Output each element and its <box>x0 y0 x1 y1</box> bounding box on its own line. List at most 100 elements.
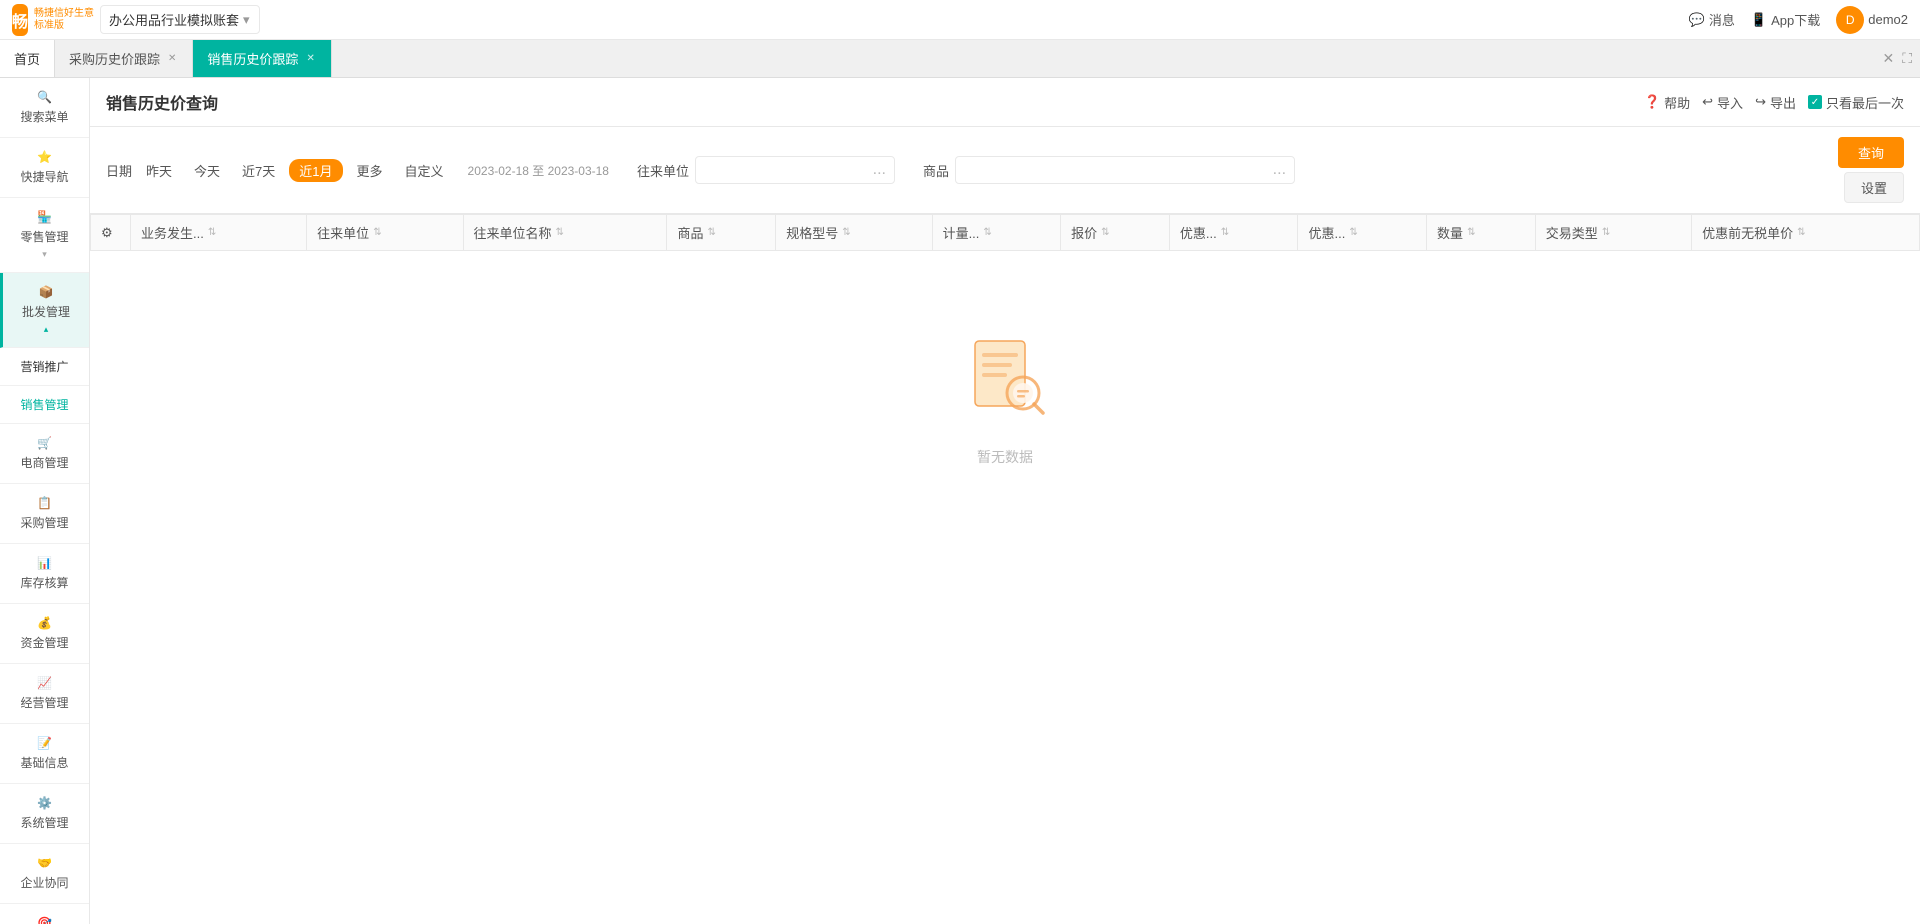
content-area: 销售历史价查询 ❓ 帮助 ↩ 导入 ↪ 导出 ✓ 只看最后一次 <box>90 78 1920 924</box>
avatar: D <box>1836 6 1864 34</box>
logo-icon: 畅 <box>12 4 28 36</box>
sidebar-item-basic-info[interactable]: 📝 基础信息 <box>0 724 89 784</box>
page-header-actions: ❓ 帮助 ↩ 导入 ↪ 导出 ✓ 只看最后一次 <box>1644 93 1904 112</box>
main-layout: 🔍 搜索菜单 ⭐ 快捷导航 🏪 零售管理 ▾ 📦 批发管理 ▴ 营销推广 销售管… <box>0 78 1920 924</box>
table-col-discount1[interactable]: 优惠... ⇅ <box>1169 215 1298 251</box>
date-custom-btn[interactable]: 自定义 <box>397 159 452 182</box>
help-icon: ❓ <box>1644 94 1660 110</box>
table-col-pre-tax-price[interactable]: 优惠前无税单价 ⇅ <box>1692 215 1920 251</box>
tabbar-actions: ✕ ⛶ <box>1874 40 1920 77</box>
date-range-text: 2023-02-18 至 2023-03-18 <box>468 162 609 179</box>
date-today-btn[interactable]: 今天 <box>186 159 228 182</box>
sort-icon: ⇅ <box>1797 227 1805 238</box>
sidebar-item-quick-nav[interactable]: ⭐ 快捷导航 <box>0 138 89 198</box>
import-button[interactable]: ↩ 导入 <box>1702 93 1743 112</box>
topbar-right: 💬 消息 📱 App下载 D demo2 <box>1689 6 1908 34</box>
sidebar-item-beginner-guide[interactable]: 🎯 新手引导 <box>0 904 89 924</box>
export-button[interactable]: ↪ 导出 <box>1755 93 1796 112</box>
table-col-spec[interactable]: 规格型号 ⇅ <box>776 215 932 251</box>
sidebar-item-purchase-mgmt[interactable]: 📋 采购管理 <box>0 484 89 544</box>
help-button[interactable]: ❓ 帮助 <box>1644 93 1690 112</box>
date-filter-group: 日期 昨天 今天 近7天 近1月 更多 自定义 <box>106 159 452 182</box>
import-icon: ↩ <box>1702 94 1713 110</box>
sidebar-item-ecommerce-mgmt[interactable]: 🛒 电商管理 <box>0 424 89 484</box>
app-download-button[interactable]: 📱 App下载 <box>1751 10 1820 29</box>
topbar: 畅 畅捷信好生意 标准版 办公用品行业模拟账套 ▾ 💬 消息 📱 App下载 D… <box>0 0 1920 40</box>
download-icon: 📱 <box>1751 12 1767 28</box>
money-icon: 💰 <box>37 616 52 630</box>
sidebar-item-inventory[interactable]: 📊 库存核算 <box>0 544 89 604</box>
sidebar-item-system-mgmt[interactable]: ⚙️ 系统管理 <box>0 784 89 844</box>
table-col-discount2[interactable]: 优惠... ⇅ <box>1298 215 1427 251</box>
settings-button[interactable]: 设置 <box>1844 172 1904 203</box>
clipboard-icon: 📋 <box>37 496 52 510</box>
app-logo: 畅 畅捷信好生意 标准版 <box>12 4 92 36</box>
message-button[interactable]: 💬 消息 <box>1689 10 1735 29</box>
tab-home[interactable]: 首页 <box>0 40 55 77</box>
date-more-btn[interactable]: 更多 <box>349 159 391 182</box>
date-7days-btn[interactable]: 近7天 <box>234 159 283 182</box>
gear-icon: ⚙️ <box>37 796 52 810</box>
table-col-gear[interactable]: ⚙ <box>91 215 131 251</box>
query-button[interactable]: 查询 <box>1838 137 1904 168</box>
tab-close-sales[interactable]: ✕ <box>304 51 316 66</box>
table-col-quote[interactable]: 报价 ⇅ <box>1061 215 1170 251</box>
partner-filter-group: 往来单位 ... <box>637 156 895 184</box>
table-col-partner-code[interactable]: 往来单位 ⇅ <box>307 215 463 251</box>
empty-state: 暂无数据 <box>90 251 1920 547</box>
table-col-product[interactable]: 商品 ⇅ <box>667 215 776 251</box>
date-yesterday-btn[interactable]: 昨天 <box>138 159 180 182</box>
sort-icon: ⇅ <box>983 227 991 238</box>
export-icon: ↪ <box>1755 94 1766 110</box>
shop-icon: 🏪 <box>37 210 52 224</box>
sidebar-item-wholesale-mgmt[interactable]: 📦 批发管理 ▴ <box>0 273 89 348</box>
table-col-trade-type[interactable]: 交易类型 ⇅ <box>1535 215 1691 251</box>
product-input[interactable]: ... <box>955 156 1295 184</box>
sidebar-item-retail-mgmt[interactable]: 🏪 零售管理 ▾ <box>0 198 89 273</box>
message-icon: 💬 <box>1689 12 1705 28</box>
sidebar-item-enterprise-agreement[interactable]: 🤝 企业协同 <box>0 844 89 904</box>
table-col-biz-date[interactable]: 业务发生... ⇅ <box>131 215 307 251</box>
sort-icon: ⇅ <box>556 227 564 238</box>
table-col-partner-name[interactable]: 往来单位名称 ⇅ <box>463 215 667 251</box>
sidebar-item-finance-mgmt[interactable]: 💰 资金管理 <box>0 604 89 664</box>
tabbar: 首页 采购历史价跟踪 ✕ 销售历史价跟踪 ✕ ✕ ⛶ <box>0 40 1920 78</box>
partner-input[interactable]: ... <box>695 156 895 184</box>
handshake-icon: 🤝 <box>37 856 52 870</box>
table-area: ⚙ 业务发生... ⇅ 往来单位 ⇅ <box>90 214 1920 924</box>
tab-purchase-history[interactable]: 采购历史价跟踪 ✕ <box>55 40 193 77</box>
tab-sales-history[interactable]: 销售历史价跟踪 ✕ <box>193 40 331 77</box>
page-title: 销售历史价查询 <box>106 90 218 114</box>
only-last-checkbox[interactable]: ✓ 只看最后一次 <box>1808 93 1904 112</box>
data-table: ⚙ 业务发生... ⇅ 往来单位 ⇅ <box>90 214 1920 251</box>
sort-icon: ⇅ <box>707 227 715 238</box>
filter-bar: 日期 昨天 今天 近7天 近1月 更多 自定义 2023-02-18 至 202… <box>90 127 1920 214</box>
sort-icon: ⇅ <box>1349 227 1357 238</box>
date-1month-btn[interactable]: 近1月 <box>289 159 342 182</box>
sidebar-item-operations-mgmt[interactable]: 📈 经营管理 <box>0 664 89 724</box>
logo-text: 畅捷信好生意 标准版 <box>34 8 94 32</box>
user-menu[interactable]: D demo2 <box>1836 6 1908 34</box>
close-window-button[interactable]: ✕ <box>1882 50 1894 67</box>
sort-icon: ⇅ <box>842 227 850 238</box>
maximize-button[interactable]: ⛶ <box>1902 50 1912 67</box>
sidebar-item-search-menu[interactable]: 🔍 搜索菜单 <box>0 78 89 138</box>
sort-icon: ⇅ <box>1602 227 1610 238</box>
sidebar: 🔍 搜索菜单 ⭐ 快捷导航 🏪 零售管理 ▾ 📦 批发管理 ▴ 营销推广 销售管… <box>0 78 90 924</box>
sort-icon: ⇅ <box>373 227 381 238</box>
checkbox-checked-icon: ✓ <box>1808 95 1822 109</box>
star-icon: ⭐ <box>37 150 52 164</box>
page-header: 销售历史价查询 ❓ 帮助 ↩ 导入 ↪ 导出 ✓ 只看最后一次 <box>90 78 1920 127</box>
table-col-quantity[interactable]: 数量 ⇅ <box>1427 215 1536 251</box>
tab-close-purchase[interactable]: ✕ <box>166 51 178 66</box>
column-settings-icon[interactable]: ⚙ <box>101 225 113 240</box>
table-col-unit[interactable]: 计量... ⇅ <box>932 215 1061 251</box>
sidebar-item-sales-mgmt[interactable]: 销售管理 <box>0 386 89 424</box>
sort-icon: ⇅ <box>208 227 216 238</box>
account-dropdown[interactable]: 办公用品行业模拟账套 ▾ <box>100 5 260 34</box>
chevron-down-icon: ▾ <box>42 249 47 260</box>
product-filter-group: 商品 ... <box>923 156 1295 184</box>
filter-actions: 查询 设置 <box>1838 137 1904 203</box>
sidebar-item-marketing[interactable]: 营销推广 <box>0 348 89 386</box>
date-label: 日期 <box>106 161 132 180</box>
